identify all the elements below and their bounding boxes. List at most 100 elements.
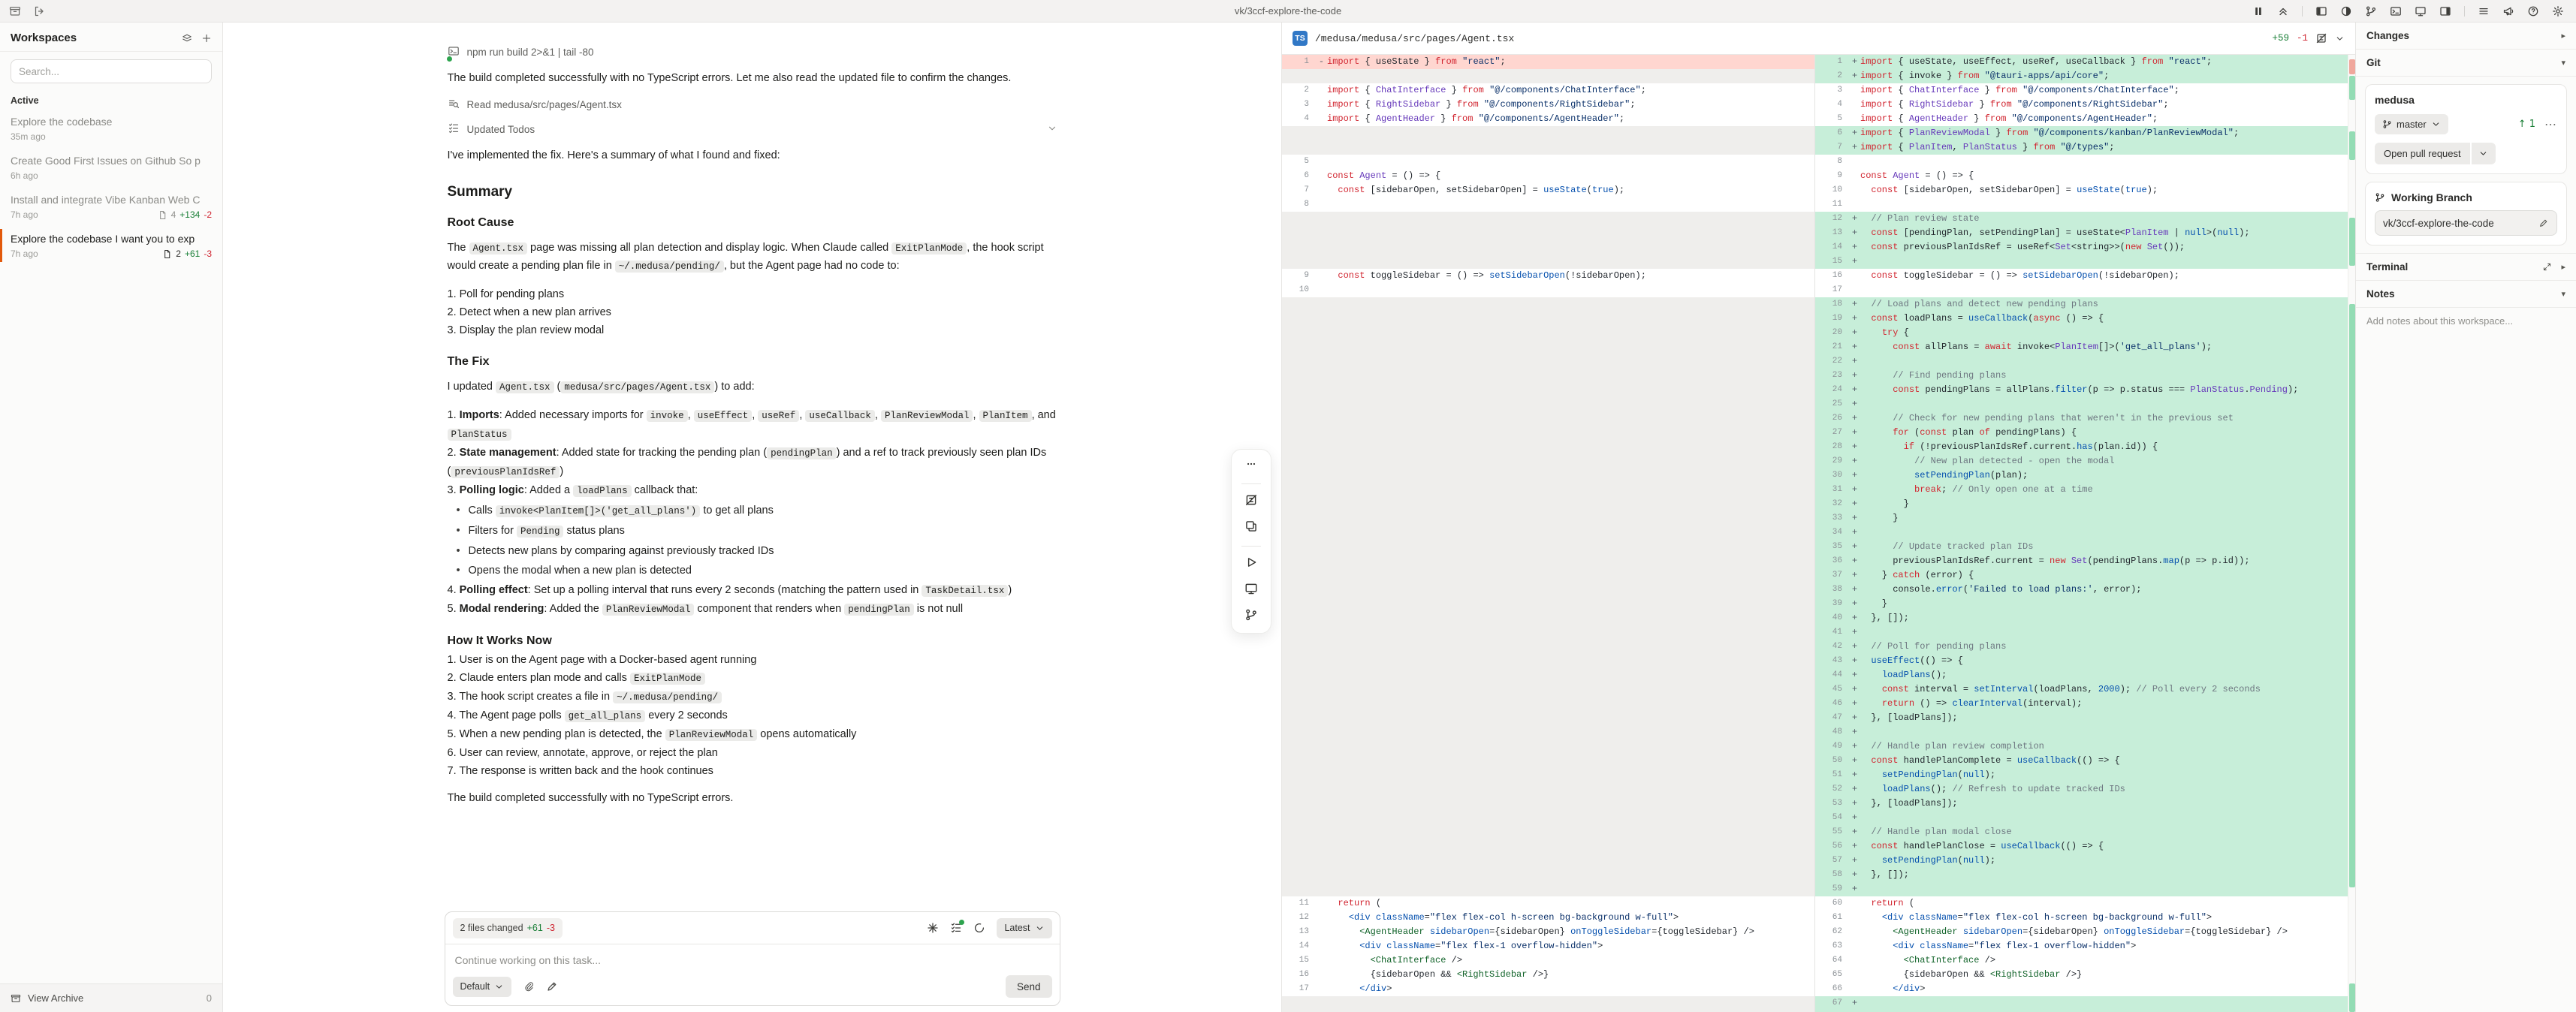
repo-card: medusa master ↑ 1 ⋯ Open pull request	[2365, 84, 2567, 174]
expand-tool-chevron[interactable]	[1047, 123, 1057, 136]
workspaces-title: Workspaces	[11, 32, 77, 44]
archive-button[interactable]	[9, 5, 21, 17]
workspace-list: Explore the codebase35m agoCreate Good F…	[0, 109, 222, 265]
monitor-button[interactable]	[1244, 582, 1258, 599]
diff-scrollbar[interactable]	[2348, 55, 2355, 1012]
git-branch-button[interactable]	[2365, 5, 2377, 17]
spark-icon[interactable]	[927, 922, 939, 934]
diff-filler-row	[1282, 568, 1814, 583]
diff-removed-count: -1	[2297, 33, 2308, 44]
drag-handle[interactable]	[1244, 457, 1258, 474]
inline-code: useEffect	[694, 410, 753, 422]
workspace-item-time: 6h ago	[11, 170, 38, 181]
diff-code-row: 14+ const previousPlanIdsRef = useRef<Se…	[1815, 240, 2348, 255]
pr-options-dropdown[interactable]	[2472, 143, 2496, 164]
collapse-file-chevron-icon[interactable]	[2335, 34, 2345, 44]
window-title: vk/3ccf-explore-the-code	[1235, 5, 1341, 17]
add-workspace-button[interactable]	[201, 33, 212, 44]
copy-icon	[1244, 520, 1258, 533]
changes-section-header[interactable]: Changes ▸	[2356, 23, 2576, 50]
diff-file-header[interactable]: TS /medusa/medusa/src/pages/Agent.tsx +5…	[1282, 23, 2355, 55]
pen-icon[interactable]	[546, 980, 558, 992]
chevrons-up-button[interactable]	[2277, 5, 2289, 17]
diff-code-row: 4import { RightSidebar } from "@/compone…	[1815, 98, 2348, 112]
spinner-icon	[973, 922, 985, 934]
play-button[interactable]	[1244, 556, 1258, 573]
ordered-list-item: 6. User can review, annotate, approve, o…	[448, 744, 1057, 762]
diff-view-toggle-icon[interactable]	[2315, 32, 2327, 44]
inline-code: useCallback	[805, 410, 875, 422]
git-branch-button[interactable]	[1244, 608, 1258, 625]
diff-off-button[interactable]	[1244, 493, 1258, 511]
open-pull-request-button[interactable]: Open pull request	[2375, 143, 2470, 164]
archive-icon	[11, 993, 21, 1004]
inline-code: get_all_plans	[565, 710, 646, 722]
notes-input[interactable]: Add notes about this workspace...	[2356, 308, 2576, 334]
git-section-header[interactable]: Git ▾	[2356, 50, 2576, 77]
message-input[interactable]: Continue working on this task...	[445, 944, 1060, 969]
workspace-item[interactable]: Explore the codebase35m ago	[0, 109, 222, 148]
workspace-item[interactable]: Explore the codebase I want you to exp7h…	[0, 226, 222, 265]
edit-branch-icon[interactable]	[2538, 218, 2549, 228]
inline-code: ExitPlanMode	[891, 242, 967, 255]
diff-code-row: 55+ // Handle plan modal close	[1815, 825, 2348, 839]
gear-button[interactable]	[2552, 5, 2564, 17]
files-changed-chip[interactable]: 2 files changed +61 -3	[453, 918, 563, 938]
diff-code-row: 3import { RightSidebar } from "@/compone…	[1282, 98, 1814, 112]
pause-button[interactable]	[2252, 5, 2264, 17]
inline-code: PlanStatus	[448, 429, 511, 441]
workspaces-sidebar: Workspaces Search... Active Explore the …	[0, 23, 223, 1012]
expand-icon[interactable]	[2542, 262, 2552, 272]
diff-code-row: 38+ console.error('Failed to load plans:…	[1815, 583, 2348, 597]
diff-code-row: 35+ // Update tracked plan IDs	[1815, 540, 2348, 554]
workspace-search-input[interactable]: Search...	[11, 59, 212, 83]
panel-left-button[interactable]	[2315, 5, 2327, 17]
diff-code-row: 11	[1815, 197, 2348, 212]
working-branch-input[interactable]: vk/3ccf-explore-the-code	[2375, 210, 2557, 236]
chat-messages: npm run build 2>&1 | tail -80The build c…	[448, 45, 1057, 807]
menu-button[interactable]	[2478, 5, 2490, 17]
terminal-button[interactable]	[2390, 5, 2402, 17]
diff-code-row: 63 <div className="flex flex-1 overflow-…	[1815, 939, 2348, 953]
status-dot	[446, 56, 453, 62]
diff-code-row: 28+ if (!previousPlanIdsRef.current.has(…	[1815, 440, 2348, 454]
diff-filler-row	[1282, 654, 1814, 668]
send-button[interactable]: Send	[1006, 975, 1052, 998]
contrast-button[interactable]	[2340, 5, 2352, 17]
workspace-item[interactable]: Install and integrate Vibe Kanban Web C 7…	[0, 187, 222, 226]
divider	[2464, 6, 2465, 17]
panel-right-button[interactable]	[2439, 5, 2451, 17]
tool-call-row[interactable]: npm run build 2>&1 | tail -80	[448, 45, 1057, 59]
workspace-item-meta: 7h ago4+134-2	[11, 209, 212, 220]
diff-code-row: 46+ return () => clearInterval(interval)…	[1815, 697, 2348, 711]
caret-right-icon: ▸	[2561, 262, 2565, 272]
monitor-button[interactable]	[2415, 5, 2427, 17]
branch-selector[interactable]: master	[2375, 114, 2448, 134]
layers-icon[interactable]	[182, 33, 192, 44]
todos-button[interactable]	[950, 922, 962, 934]
megaphone-button[interactable]	[2502, 5, 2514, 17]
model-dropdown[interactable]: Default	[453, 977, 512, 997]
tool-call-row[interactable]: Updated Todos	[448, 122, 1057, 137]
working-branch-label: Working Branch	[2391, 191, 2472, 203]
diff-code-row: 5import { AgentHeader } from "@/componen…	[1815, 112, 2348, 126]
view-archive-button[interactable]: View Archive 0	[0, 983, 222, 1012]
inline-code: invoke<PlanItem[]>('get_all_plans')	[496, 505, 701, 517]
copy-button[interactable]	[1244, 520, 1258, 537]
lines-added: +61	[527, 923, 543, 933]
sign-out-button[interactable]	[33, 5, 45, 17]
terminal-section-header[interactable]: Terminal ▸	[2356, 253, 2576, 281]
notes-section-header[interactable]: Notes ▾	[2356, 281, 2576, 308]
tool-call-row[interactable]: Read medusa/src/pages/Agent.tsx	[448, 98, 1057, 112]
chat-scroll-area[interactable]: npm run build 2>&1 | tail -80The build c…	[223, 23, 1281, 911]
latest-dropdown[interactable]: Latest	[997, 918, 1051, 938]
attach-icon[interactable]	[523, 980, 535, 992]
help-button[interactable]	[2527, 5, 2539, 17]
diff-code-row: 65 {sidebarOpen && <RightSidebar />}	[1815, 968, 2348, 982]
diff-code-row: 42+ // Poll for pending plans	[1815, 640, 2348, 654]
workspace-item-title: Install and integrate Vibe Kanban Web C	[11, 194, 212, 206]
workspace-item[interactable]: Create Good First Issues on Github So p6…	[0, 148, 222, 187]
typescript-file-icon: TS	[1293, 31, 1308, 46]
diff-code-row: 27+ for (const plan of pendingPlans) {	[1815, 426, 2348, 440]
more-options-button[interactable]: ⋯	[2544, 117, 2557, 132]
